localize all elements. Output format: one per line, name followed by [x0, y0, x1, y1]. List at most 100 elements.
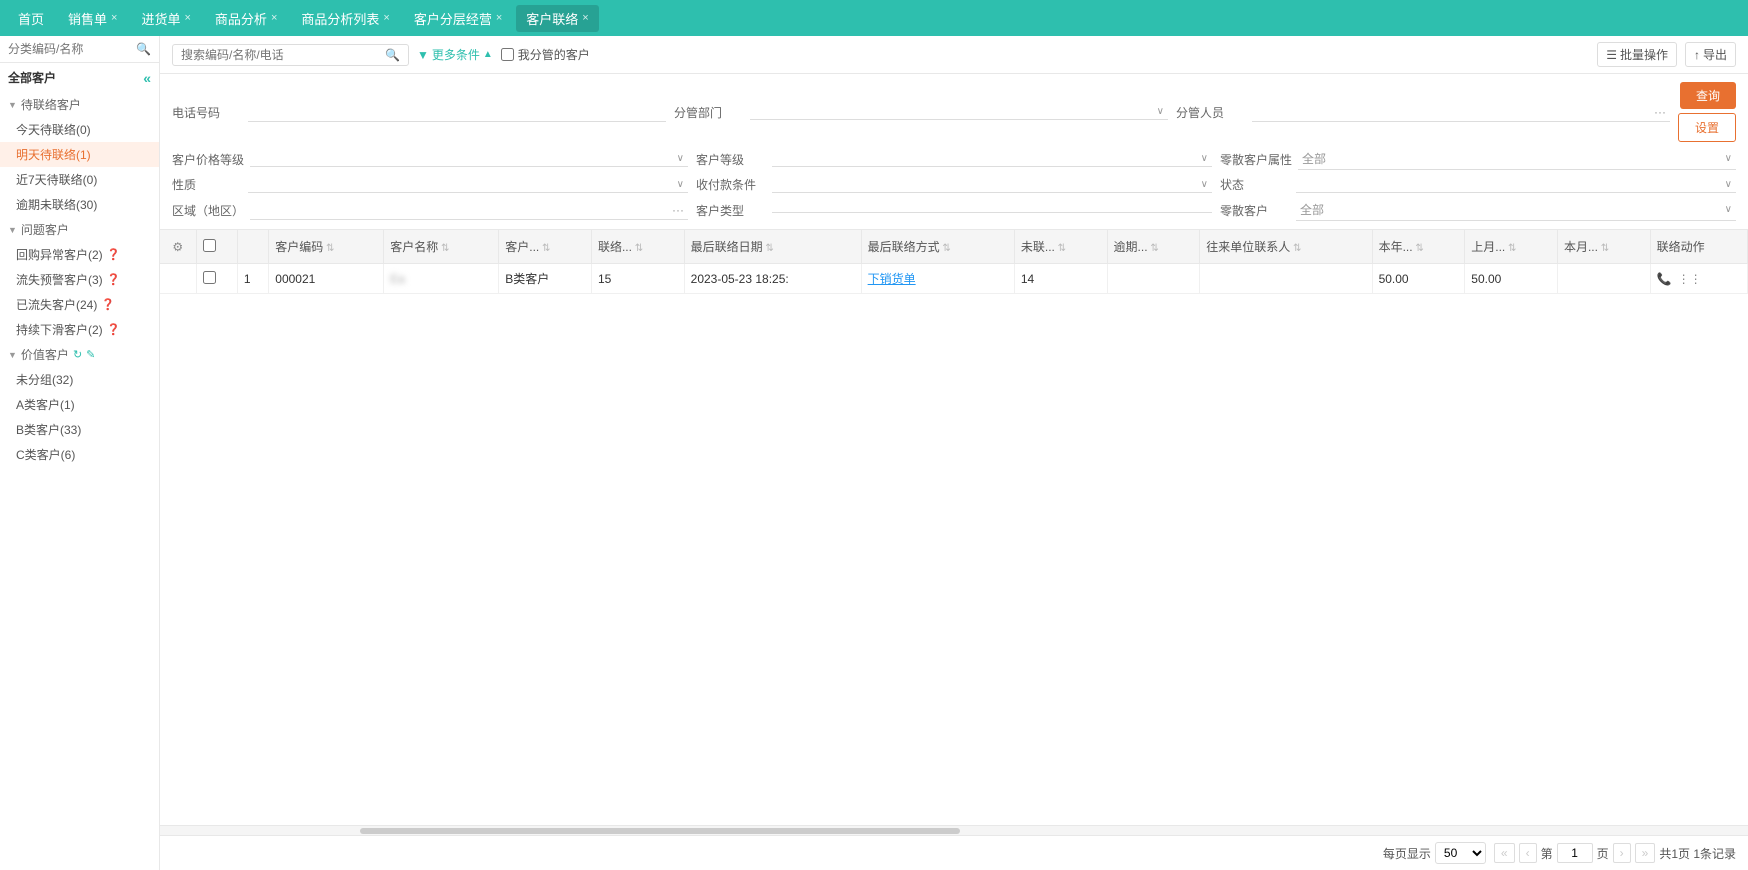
row-action-phone-icon[interactable]: 📞	[1657, 272, 1672, 286]
search-btn-icon[interactable]: 🔍	[385, 48, 400, 62]
th-last-month[interactable]: 上月...	[1465, 230, 1558, 264]
nav-customer-tier[interactable]: 客户分层经营 ×	[404, 5, 512, 32]
row-checkbox[interactable]	[203, 271, 216, 284]
manager-select[interactable]: ···	[1252, 103, 1670, 122]
sidebar-item-c-class[interactable]: C类客户(6)	[0, 442, 159, 467]
row-action-more-icon[interactable]: ⋮⋮	[1678, 272, 1702, 286]
td-contact-count: 15	[591, 264, 684, 294]
nav-home[interactable]: 首页	[8, 5, 54, 32]
th-this-month[interactable]: 本月...	[1557, 230, 1650, 264]
value-group-edit[interactable]: ✎	[86, 348, 95, 361]
first-page-btn[interactable]: «	[1494, 843, 1515, 863]
th-contact-count[interactable]: 联络...	[591, 230, 684, 264]
value-level-select[interactable]: ∨	[250, 151, 688, 167]
setting-button[interactable]: 设置	[1678, 113, 1736, 142]
retail-customer-arrow-icon: ∨	[1725, 204, 1732, 215]
manager-label: 分管人员	[1176, 104, 1246, 121]
td-action: 📞 ⋮⋮	[1650, 264, 1747, 294]
last-page-btn[interactable]: »	[1635, 843, 1656, 863]
th-customer-type[interactable]: 客户...	[499, 230, 592, 264]
batch-action-btn[interactable]: ☰ 批量操作	[1597, 42, 1677, 67]
sidebar-search-input[interactable]	[8, 42, 132, 56]
dept-select[interactable]: ∨	[750, 104, 1168, 120]
search-input[interactable]	[181, 48, 381, 62]
nav-product-analysis-list[interactable]: 商品分析列表 ×	[291, 5, 399, 32]
th-no	[237, 230, 268, 264]
td-checkbox[interactable]	[196, 264, 237, 294]
area-select[interactable]: ···	[250, 201, 688, 220]
my-customers-checkbox[interactable]	[501, 48, 514, 61]
total-records: 共1页 1条记录	[1659, 845, 1736, 862]
next-page-btn[interactable]: ›	[1613, 843, 1631, 863]
customer-table: ⚙ 客户编码 客户名称 客户... 联络... 最后联络日期 最后联络方式 未联…	[160, 230, 1748, 294]
customer-name-text: Ea	[390, 272, 405, 286]
help-icon-repurchase: ❓	[107, 248, 121, 261]
page-size-select[interactable]: 50 10 20 100	[1435, 842, 1486, 864]
th-this-year[interactable]: 本年...	[1372, 230, 1465, 264]
th-gear[interactable]: ⚙	[160, 230, 196, 264]
gender-select[interactable]: ∨	[248, 177, 688, 193]
sidebar-item-churn-warning[interactable]: 流失预警客户(3) ❓	[0, 267, 159, 292]
sidebar-group-pending[interactable]: 待联络客户	[0, 92, 159, 117]
th-customer-name[interactable]: 客户名称	[384, 230, 499, 264]
sidebar-item-repurchase[interactable]: 回购异常客户(2) ❓	[0, 242, 159, 267]
nav-close-product-analysis-list[interactable]: ×	[383, 12, 389, 24]
prev-page-btn[interactable]: ‹	[1519, 843, 1537, 863]
customer-level-arrow-icon: ∨	[1201, 153, 1208, 164]
th-overdue[interactable]: 逾期...	[1107, 230, 1200, 264]
area-label: 区域（地区）	[172, 202, 244, 219]
sidebar-item-a-class[interactable]: A类客户(1)	[0, 392, 159, 417]
my-customers-check[interactable]: 我分管的客户	[501, 46, 590, 63]
nav-purchase[interactable]: 进货单 ×	[131, 5, 200, 32]
status-select[interactable]: ∨	[1296, 177, 1736, 193]
th-customer-code[interactable]: 客户编码	[269, 230, 384, 264]
nav-close-customer-tier[interactable]: ×	[496, 12, 502, 24]
th-last-contact-method[interactable]: 最后联络方式	[861, 230, 1014, 264]
nav-sales[interactable]: 销售单 ×	[58, 5, 127, 32]
sidebar-item-churned[interactable]: 已流失客户(24) ❓	[0, 292, 159, 317]
horizontal-scrollbar[interactable]	[160, 825, 1748, 835]
sidebar-item-overdue[interactable]: 逾期未联络(30)	[0, 192, 159, 217]
select-all-checkbox[interactable]	[203, 239, 216, 252]
sidebar-item-b-class[interactable]: B类客户(33)	[0, 417, 159, 442]
scrollbar-thumb[interactable]	[360, 828, 960, 834]
sidebar-group-value[interactable]: 价值客户 ↻ ✎	[0, 342, 159, 367]
th-no-contact[interactable]: 未联...	[1014, 230, 1107, 264]
page-input[interactable]	[1557, 843, 1593, 863]
gear-settings-icon[interactable]: ⚙	[172, 240, 183, 254]
phone-input[interactable]	[248, 103, 666, 122]
sidebar-item-ungrouped[interactable]: 未分组(32)	[0, 367, 159, 392]
sidebar-item-tomorrow[interactable]: 明天待联络(1)	[0, 142, 159, 167]
sidebar-collapse-btn[interactable]: «	[143, 70, 151, 86]
retail-attr-select[interactable]: 全部 ∨	[1298, 148, 1736, 170]
export-btn[interactable]: ↑ 导出	[1685, 42, 1736, 67]
row-actions: 📞 ⋮⋮	[1657, 272, 1741, 286]
export-icon: ↑	[1694, 48, 1700, 62]
nav-close-customer-contact[interactable]: ×	[582, 12, 588, 24]
th-checkbox[interactable]	[196, 230, 237, 264]
sidebar-item-declining[interactable]: 持续下滑客户(2) ❓	[0, 317, 159, 342]
nav-close-sales[interactable]: ×	[111, 12, 117, 24]
sidebar-group-problem[interactable]: 问题客户	[0, 217, 159, 242]
payment-select[interactable]: ∨	[772, 177, 1212, 193]
last-contact-link[interactable]: 下销货单	[868, 272, 916, 286]
sidebar-search-icon[interactable]: 🔍	[136, 42, 151, 56]
sidebar-item-today[interactable]: 今天待联络(0)	[0, 117, 159, 142]
main-layout: 🔍 全部客户 « 待联络客户 今天待联络(0) 明天待联络(1) 近7天待联络(…	[0, 36, 1748, 870]
retail-attr-label: 零散客户属性	[1220, 151, 1292, 168]
nav-customer-contact[interactable]: 客户联络 ×	[516, 5, 598, 32]
customer-type-select[interactable]	[772, 208, 1212, 213]
th-last-contact-date[interactable]: 最后联络日期	[684, 230, 861, 264]
nav-close-product-analysis[interactable]: ×	[271, 12, 277, 24]
value-group-refresh[interactable]: ↻	[73, 348, 82, 361]
nav-close-purchase[interactable]: ×	[184, 12, 190, 24]
th-unit-contact[interactable]: 往来单位联系人	[1200, 230, 1372, 264]
filter-more-btn[interactable]: ▼ 更多条件 ▲	[417, 46, 493, 63]
retail-customer-select[interactable]: 全部 ∨	[1296, 199, 1736, 221]
sidebar-item-7days[interactable]: 近7天待联络(0)	[0, 167, 159, 192]
help-icon-churn-warning: ❓	[107, 273, 121, 286]
nav-product-analysis[interactable]: 商品分析 ×	[205, 5, 287, 32]
customer-level-select[interactable]: ∨	[772, 151, 1212, 167]
help-icon-declining: ❓	[107, 323, 121, 336]
query-button[interactable]: 查询	[1680, 82, 1736, 109]
